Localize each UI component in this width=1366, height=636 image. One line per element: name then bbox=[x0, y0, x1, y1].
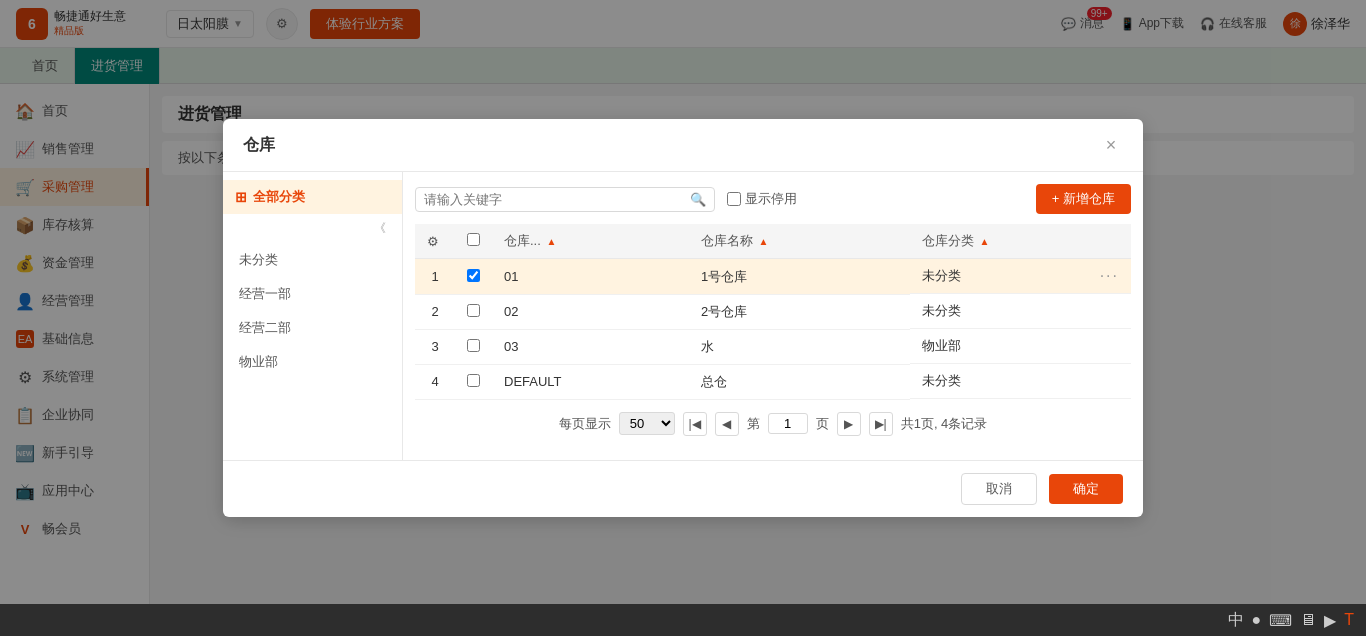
table-header-row: ⚙ 仓库... ▲ 仓库名称 bbox=[415, 224, 1131, 259]
modal-footer: 取消 确定 bbox=[223, 460, 1143, 517]
per-page-select[interactable]: 50 100 200 bbox=[619, 412, 675, 435]
table-row[interactable]: 3 03 水 物业部 bbox=[415, 329, 1131, 364]
th-code-label: 仓库... bbox=[504, 233, 541, 248]
td-num: 2 bbox=[415, 294, 455, 329]
td-checkbox[interactable] bbox=[455, 364, 492, 399]
warehouse-table: ⚙ 仓库... ▲ 仓库名称 bbox=[415, 224, 1131, 400]
td-code: DEFAULT bbox=[492, 364, 689, 399]
warehouse-modal: 仓库 × ⊞ 全部分类 《 未分类 经营一部 bbox=[223, 119, 1143, 517]
table-panel: 🔍 显示停用 + 新增仓库 ⚙ bbox=[403, 172, 1143, 460]
search-input-wrap: 🔍 bbox=[415, 187, 715, 212]
table-toolbar: 🔍 显示停用 + 新增仓库 bbox=[415, 184, 1131, 214]
category-item-dept2[interactable]: 经营二部 bbox=[223, 311, 402, 345]
bottom-icon-keyboard[interactable]: ⌨ bbox=[1269, 611, 1292, 630]
table-row[interactable]: 2 02 2号仓库 未分类 bbox=[415, 294, 1131, 329]
modal-overlay: 仓库 × ⊞ 全部分类 《 未分类 经营一部 bbox=[0, 0, 1366, 636]
bottom-icon-zh[interactable]: 中 bbox=[1228, 610, 1244, 631]
show-disabled-label[interactable]: 显示停用 bbox=[727, 190, 797, 208]
bottom-icon-monitor[interactable]: 🖥 bbox=[1300, 611, 1316, 629]
search-input[interactable] bbox=[424, 192, 690, 207]
td-checkbox[interactable] bbox=[455, 294, 492, 329]
prev-page-button[interactable]: ◀ bbox=[715, 412, 739, 436]
add-warehouse-button[interactable]: + 新增仓库 bbox=[1036, 184, 1131, 214]
td-num: 3 bbox=[415, 329, 455, 364]
sort-name-icon: ▲ bbox=[759, 236, 769, 247]
confirm-button[interactable]: 确定 bbox=[1049, 474, 1123, 504]
td-category: 未分类 bbox=[910, 364, 1131, 399]
modal-body: ⊞ 全部分类 《 未分类 经营一部 经营二部 物业部 bbox=[223, 172, 1143, 460]
td-name: 2号仓库 bbox=[689, 294, 910, 329]
td-code: 03 bbox=[492, 329, 689, 364]
total-info: 共1页, 4条记录 bbox=[901, 415, 988, 433]
td-checkbox[interactable] bbox=[455, 259, 492, 295]
th-name-label: 仓库名称 bbox=[701, 233, 753, 248]
category-item-dept1[interactable]: 经营一部 bbox=[223, 277, 402, 311]
show-disabled-checkbox[interactable] bbox=[727, 192, 741, 206]
th-category: 仓库分类 ▲ bbox=[910, 224, 1131, 259]
category-item-unclassified[interactable]: 未分类 bbox=[223, 243, 402, 277]
td-name: 水 bbox=[689, 329, 910, 364]
td-code: 01 bbox=[492, 259, 689, 295]
td-category: 物业部 bbox=[910, 329, 1131, 364]
next-page-button[interactable]: ▶ bbox=[837, 412, 861, 436]
page-unit: 页 bbox=[816, 415, 829, 433]
category-all-label: 全部分类 bbox=[253, 188, 305, 206]
collapse-button[interactable]: 《 bbox=[366, 216, 394, 241]
gear-icon: ⚙ bbox=[427, 234, 439, 249]
pagination: 每页显示 50 100 200 |◀ ◀ 第 页 ▶ ▶| 共1页, 4条记录 bbox=[415, 400, 1131, 448]
show-disabled-text: 显示停用 bbox=[745, 190, 797, 208]
th-checkbox bbox=[455, 224, 492, 259]
page-input[interactable] bbox=[768, 413, 808, 434]
td-category: 未分类 ··· bbox=[910, 259, 1131, 294]
td-checkbox[interactable] bbox=[455, 329, 492, 364]
th-code: 仓库... ▲ bbox=[492, 224, 689, 259]
sort-code-icon: ▲ bbox=[546, 236, 556, 247]
category-panel: ⊞ 全部分类 《 未分类 经营一部 经营二部 物业部 bbox=[223, 172, 403, 460]
cancel-button[interactable]: 取消 bbox=[961, 473, 1037, 505]
th-category-label: 仓库分类 bbox=[922, 233, 974, 248]
td-num: 1 bbox=[415, 259, 455, 295]
bottom-icon-dot[interactable]: ● bbox=[1252, 611, 1262, 629]
bottom-icon-t[interactable]: T bbox=[1344, 611, 1354, 629]
first-page-button[interactable]: |◀ bbox=[683, 412, 707, 436]
search-icon[interactable]: 🔍 bbox=[690, 192, 706, 207]
last-page-button[interactable]: ▶| bbox=[869, 412, 893, 436]
bottom-icon-play[interactable]: ▶ bbox=[1324, 611, 1336, 630]
td-code: 02 bbox=[492, 294, 689, 329]
table-row[interactable]: 4 DEFAULT 总仓 未分类 bbox=[415, 364, 1131, 399]
table-wrapper: ⚙ 仓库... ▲ 仓库名称 bbox=[415, 224, 1131, 400]
modal-close-button[interactable]: × bbox=[1099, 133, 1123, 157]
modal-title: 仓库 bbox=[243, 135, 275, 156]
page-label: 第 bbox=[747, 415, 760, 433]
th-name: 仓库名称 ▲ bbox=[689, 224, 910, 259]
td-num: 4 bbox=[415, 364, 455, 399]
bottom-taskbar: 中 ● ⌨ 🖥 ▶ T bbox=[0, 604, 1366, 636]
modal-header: 仓库 × bbox=[223, 119, 1143, 172]
grid-icon: ⊞ bbox=[235, 189, 247, 205]
td-name: 1号仓库 bbox=[689, 259, 910, 295]
category-all-item[interactable]: ⊞ 全部分类 bbox=[223, 180, 402, 214]
row-action-btn[interactable]: ··· bbox=[1100, 267, 1119, 285]
table-row[interactable]: 1 01 1号仓库 未分类 ··· bbox=[415, 259, 1131, 295]
td-name: 总仓 bbox=[689, 364, 910, 399]
select-all-checkbox[interactable] bbox=[467, 233, 480, 246]
sort-category-icon: ▲ bbox=[980, 236, 990, 247]
th-settings: ⚙ bbox=[415, 224, 455, 259]
td-category: 未分类 bbox=[910, 294, 1131, 329]
per-page-label: 每页显示 bbox=[559, 415, 611, 433]
category-item-property[interactable]: 物业部 bbox=[223, 345, 402, 379]
